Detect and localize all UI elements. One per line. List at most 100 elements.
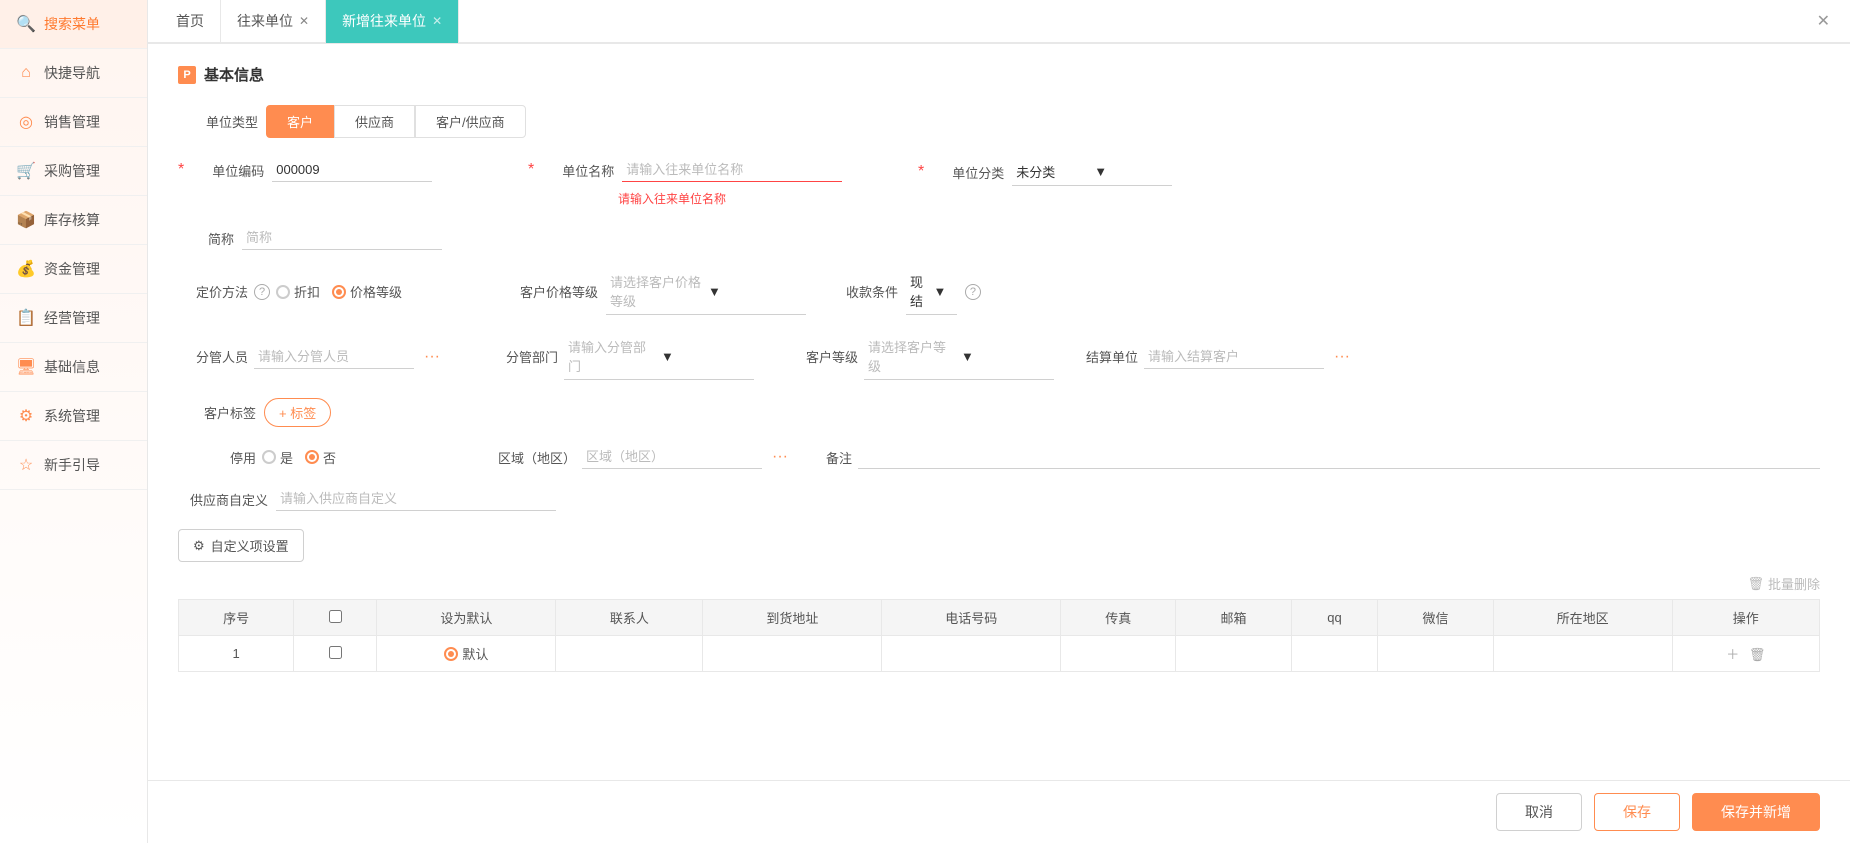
- short-name-row: 简称: [178, 226, 1820, 250]
- custom-settings-button[interactable]: ⚙ 自定义项设置: [178, 529, 304, 562]
- short-name-input[interactable]: [242, 226, 442, 250]
- sidebar-item-info[interactable]: 🖥 基础信息: [0, 343, 147, 392]
- sidebar-item-guide[interactable]: ☆ 新手引导: [0, 441, 147, 490]
- col-default: 设为默认: [377, 600, 556, 636]
- search-icon: 🔍: [16, 14, 36, 34]
- row-checkbox[interactable]: [329, 646, 342, 659]
- sidebar-item-search[interactable]: 🔍 搜索菜单: [0, 0, 147, 49]
- disable-label: 停用: [178, 448, 256, 467]
- table-row: 1 默认: [179, 636, 1820, 672]
- cancel-button[interactable]: 取消: [1496, 793, 1582, 831]
- col-region: 所在地区: [1493, 600, 1672, 636]
- payment-terms-chevron: ▼: [933, 284, 952, 299]
- sidebar-item-label: 经营管理: [44, 308, 100, 328]
- batch-delete-label[interactable]: 批量删除: [1768, 574, 1820, 593]
- save-new-button[interactable]: 保存并新增: [1692, 793, 1820, 831]
- sidebar-item-sales[interactable]: ◎ 销售管理: [0, 98, 147, 147]
- type-btn-both[interactable]: 客户/供应商: [415, 105, 526, 138]
- row-check: [294, 636, 377, 672]
- section-icon: P: [178, 66, 196, 84]
- radio-price-level[interactable]: 价格等级: [332, 282, 402, 301]
- inventory-icon: 📦: [16, 210, 36, 230]
- pricing-row: 定价方法 ? 折扣 价格等级 客户价格等级 请选择客户价格等级: [178, 268, 1820, 315]
- select-all-checkbox[interactable]: [329, 610, 342, 623]
- row-fax: [1061, 636, 1176, 672]
- supervisor-label: 分管人员: [178, 347, 248, 366]
- remark-input[interactable]: [858, 445, 1820, 469]
- unit-name-field: * 单位名称 请输入往来单位名称: [528, 158, 888, 208]
- sidebar-item-purchase[interactable]: 🛒 采购管理: [0, 147, 147, 196]
- price-level-label: 价格等级: [350, 282, 402, 301]
- unit-category-select[interactable]: 未分类 ▼: [1012, 158, 1172, 186]
- region-input[interactable]: [582, 445, 762, 469]
- tab-home[interactable]: 首页: [160, 0, 221, 43]
- unit-code-input[interactable]: [272, 158, 432, 182]
- sidebar-item-label: 销售管理: [44, 112, 100, 132]
- radio-no-circle: [305, 450, 319, 464]
- sidebar-item-inventory[interactable]: 📦 库存核算: [0, 196, 147, 245]
- supplier-custom-label: 供应商自定义: [178, 490, 268, 509]
- tab-bar: 首页 往来单位 ✕ 新增往来单位 ✕ ✕: [148, 0, 1850, 44]
- type-btn-supplier[interactable]: 供应商: [334, 105, 415, 138]
- unit-code-label: 单位编码: [194, 161, 264, 180]
- customer-price-level-chevron: ▼: [708, 284, 802, 299]
- payment-terms-help[interactable]: ?: [965, 284, 981, 300]
- col-check: [294, 600, 377, 636]
- main-content: 首页 往来单位 ✕ 新增往来单位 ✕ ✕ P 基本信息 单位类型 客户 供应商 …: [148, 0, 1850, 843]
- delete-row-icon[interactable]: 🗑: [1749, 647, 1766, 662]
- type-btn-customer[interactable]: 客户: [266, 105, 334, 138]
- radio-discount[interactable]: 折扣: [276, 282, 320, 301]
- row-default-label: 默认: [462, 644, 488, 663]
- dept-select[interactable]: 请输入分管部门 ▼: [564, 333, 754, 380]
- pricing-radio-group: 折扣 价格等级: [276, 282, 402, 301]
- tab-contacts-label: 往来单位: [237, 11, 293, 31]
- remark-label: 备注: [812, 448, 852, 467]
- no-label: 否: [323, 448, 336, 467]
- supervisor-input[interactable]: [254, 345, 414, 369]
- system-icon: ⚙: [16, 406, 36, 426]
- sidebar-item-business[interactable]: 📋 经营管理: [0, 294, 147, 343]
- close-new-contact-icon[interactable]: ✕: [432, 14, 442, 28]
- col-action: 操作: [1672, 600, 1819, 636]
- discount-label: 折扣: [294, 282, 320, 301]
- tab-home-label: 首页: [176, 11, 204, 31]
- row-seq: 1: [179, 636, 294, 672]
- sidebar-item-nav[interactable]: ⌂ 快捷导航: [0, 49, 147, 98]
- row-default-radio[interactable]: 默认: [387, 644, 545, 663]
- customer-level-select[interactable]: 请选择客户等级 ▼: [864, 333, 1054, 380]
- window-close-button[interactable]: ✕: [1809, 7, 1838, 35]
- pricing-method-help[interactable]: ?: [254, 284, 270, 300]
- supplier-custom-input[interactable]: [276, 487, 556, 511]
- radio-no[interactable]: 否: [305, 448, 336, 467]
- tab-new-contact[interactable]: 新增往来单位 ✕: [326, 0, 459, 43]
- row-action: ＋ 🗑: [1672, 636, 1819, 672]
- unit-name-input[interactable]: [622, 158, 842, 182]
- trash-icon: 🗑: [1747, 576, 1764, 592]
- radio-price-level-circle: [332, 285, 346, 299]
- sidebar-item-finance[interactable]: 💰 资金管理: [0, 245, 147, 294]
- settlement-unit-more-icon[interactable]: ···: [1330, 348, 1354, 366]
- add-tag-button[interactable]: + 标签: [264, 398, 331, 427]
- close-contacts-icon[interactable]: ✕: [299, 14, 309, 28]
- col-address: 到货地址: [703, 600, 882, 636]
- bottom-bar: 取消 保存 保存并新增: [148, 780, 1850, 843]
- add-row-icon[interactable]: ＋: [1726, 647, 1739, 662]
- form-area: P 基本信息 单位类型 客户 供应商 客户/供应商 * 单位编码: [148, 44, 1850, 780]
- tab-contacts[interactable]: 往来单位 ✕: [221, 0, 326, 43]
- section-title: P 基本信息: [178, 64, 1820, 85]
- customer-price-level-select[interactable]: 请选择客户价格等级 ▼: [606, 268, 806, 315]
- radio-yes[interactable]: 是: [262, 448, 293, 467]
- row-email: [1176, 636, 1291, 672]
- add-tag-label: + 标签: [279, 403, 316, 422]
- sidebar-item-label: 系统管理: [44, 406, 100, 426]
- sidebar-item-system[interactable]: ⚙ 系统管理: [0, 392, 147, 441]
- sidebar-item-label: 搜索菜单: [44, 14, 100, 34]
- col-seq: 序号: [179, 600, 294, 636]
- supervisor-more-icon[interactable]: ···: [420, 348, 444, 366]
- settlement-unit-input[interactable]: [1144, 345, 1324, 369]
- region-more-icon[interactable]: ···: [768, 448, 792, 466]
- sales-icon: ◎: [16, 112, 36, 132]
- save-button[interactable]: 保存: [1594, 793, 1680, 831]
- row-qq: [1291, 636, 1378, 672]
- payment-terms-select[interactable]: 现结 ▼: [906, 268, 957, 315]
